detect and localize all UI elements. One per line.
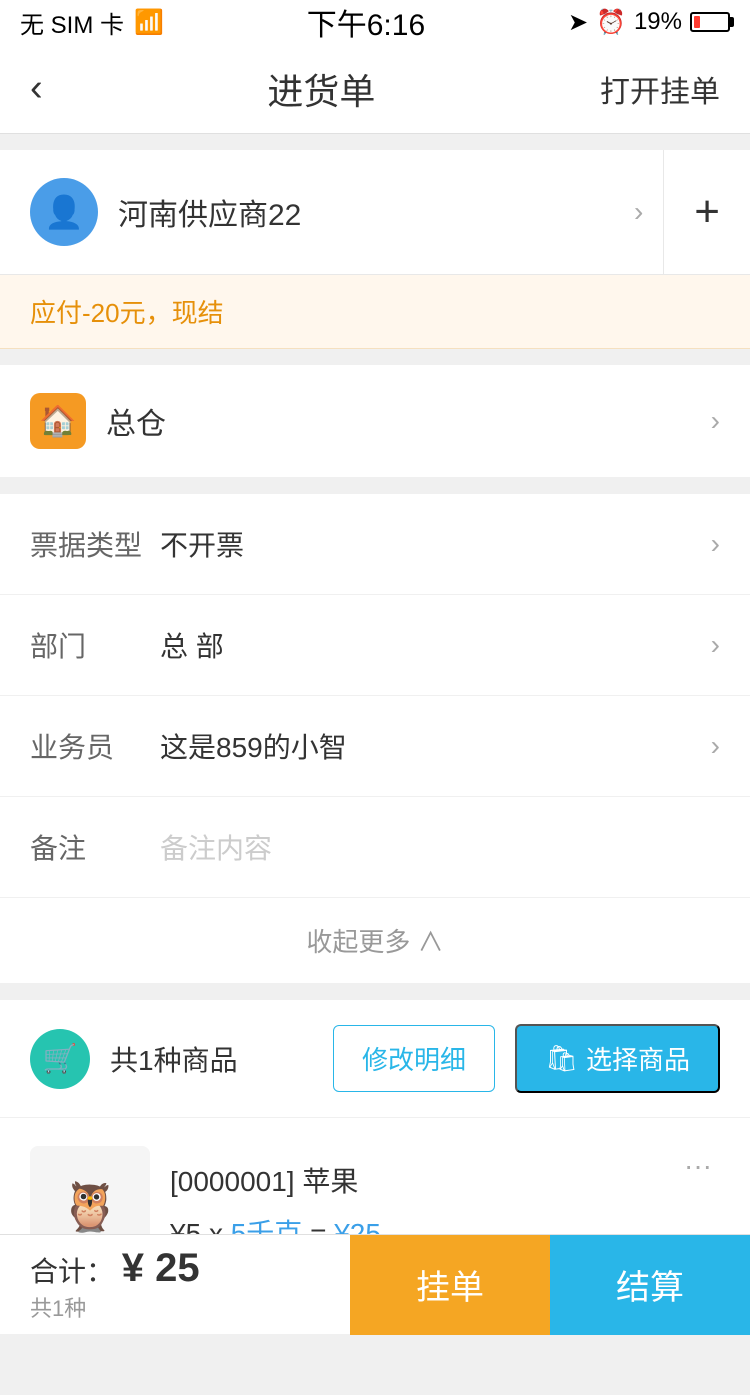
salesman-value: 这是859的小智	[160, 726, 711, 766]
warehouse-chevron-icon: ›	[711, 405, 720, 437]
salesman-row[interactable]: 业务员 这是859的小智 ›	[0, 696, 750, 797]
supplier-name: 河南供应商22	[118, 190, 614, 234]
invoice-row[interactable]: 票据类型 不开票 ›	[0, 494, 750, 595]
wifi-icon: 📶	[134, 8, 164, 37]
product-header: 🛒 共1种商品 修改明细 🛍 选择商品	[0, 1000, 750, 1118]
total-label: 合计：	[30, 1256, 114, 1287]
battery-icon	[690, 12, 730, 32]
separator-1	[0, 134, 750, 150]
product-title: 苹果	[302, 1166, 358, 1197]
separator-4	[0, 984, 750, 1000]
back-button[interactable]: ‹	[30, 67, 43, 110]
dept-chevron-icon: ›	[711, 629, 720, 661]
remark-label: 备注	[30, 827, 160, 867]
avatar-icon: 👤	[44, 193, 84, 231]
status-bar: 无 SIM 卡 📶 下午6:16 ➤ ⏰ 19%	[0, 0, 750, 44]
product-name: [0000001] 苹果	[170, 1160, 656, 1200]
select-product-button[interactable]: 🛍 选择商品	[515, 1024, 720, 1093]
product-id: [0000001]	[170, 1166, 295, 1197]
status-right: ➤ ⏰ 19%	[568, 8, 730, 37]
modify-detail-button[interactable]: 修改明细	[333, 1025, 495, 1092]
invoice-label: 票据类型	[30, 524, 160, 564]
nav-title: 进货单	[267, 63, 375, 115]
product-more-button[interactable]: ···	[676, 1146, 720, 1186]
warehouse-name: 总仓	[106, 399, 711, 443]
total-section: 合计： ¥ 25 共1种	[0, 1246, 350, 1323]
collapse-row[interactable]: 收起更多 ∧	[0, 898, 750, 984]
salesman-label: 业务员	[30, 726, 160, 766]
location-icon: ➤	[568, 8, 588, 37]
bottom-bar: 合计： ¥ 25 共1种 挂单 结算	[0, 1234, 750, 1334]
product-count-label: 共1种商品	[110, 1039, 313, 1079]
remark-input[interactable]: 备注内容	[160, 827, 720, 867]
status-time: 下午6:16	[307, 0, 425, 44]
supplier-notice: 应付-20元，现结	[0, 275, 750, 349]
total-row: 合计： ¥ 25	[30, 1246, 320, 1291]
salesman-chevron-icon: ›	[711, 730, 720, 762]
warehouse-row[interactable]: 🏠 总仓 ›	[0, 365, 750, 478]
cart-icon: 🛒	[43, 1042, 78, 1075]
checkout-button[interactable]: 结算	[550, 1235, 750, 1335]
warehouse-icon: 🏠	[30, 393, 86, 449]
add-supplier-button[interactable]: +	[664, 187, 720, 237]
total-count: 共1种	[30, 1291, 320, 1323]
dept-row[interactable]: 部门 总 部 ›	[0, 595, 750, 696]
carrier-text: 无 SIM 卡	[20, 5, 124, 40]
select-product-icon: 🛍	[545, 1043, 578, 1074]
invoice-value: 不开票	[160, 524, 711, 564]
open-hang-button[interactable]: 打开挂单	[600, 67, 720, 111]
battery-percent: 19%	[634, 8, 682, 36]
remark-row[interactable]: 备注 备注内容	[0, 797, 750, 898]
supplier-chevron-icon: ›	[634, 196, 643, 228]
dept-label: 部门	[30, 625, 160, 665]
product-placeholder-icon: 🦉	[60, 1178, 120, 1235]
alarm-icon: ⏰	[596, 8, 626, 37]
battery-fill	[694, 16, 700, 28]
product-section-icon: 🛒	[30, 1029, 90, 1089]
supplier-main[interactable]: 👤 河南供应商22 ›	[30, 150, 664, 274]
status-left: 无 SIM 卡 📶	[20, 5, 164, 40]
dept-value: 总 部	[160, 625, 711, 665]
collapse-label: 收起更多 ∧	[306, 922, 443, 959]
separator-3	[0, 478, 750, 494]
supplier-section: 👤 河南供应商22 › +	[0, 150, 750, 275]
hang-button[interactable]: 挂单	[350, 1235, 550, 1335]
supplier-avatar: 👤	[30, 178, 98, 246]
nav-bar: ‹ 进货单 打开挂单	[0, 44, 750, 134]
invoice-chevron-icon: ›	[711, 528, 720, 560]
total-amount: ¥ 25	[122, 1246, 200, 1290]
separator-2	[0, 349, 750, 365]
select-product-label: 选择商品	[586, 1040, 690, 1077]
